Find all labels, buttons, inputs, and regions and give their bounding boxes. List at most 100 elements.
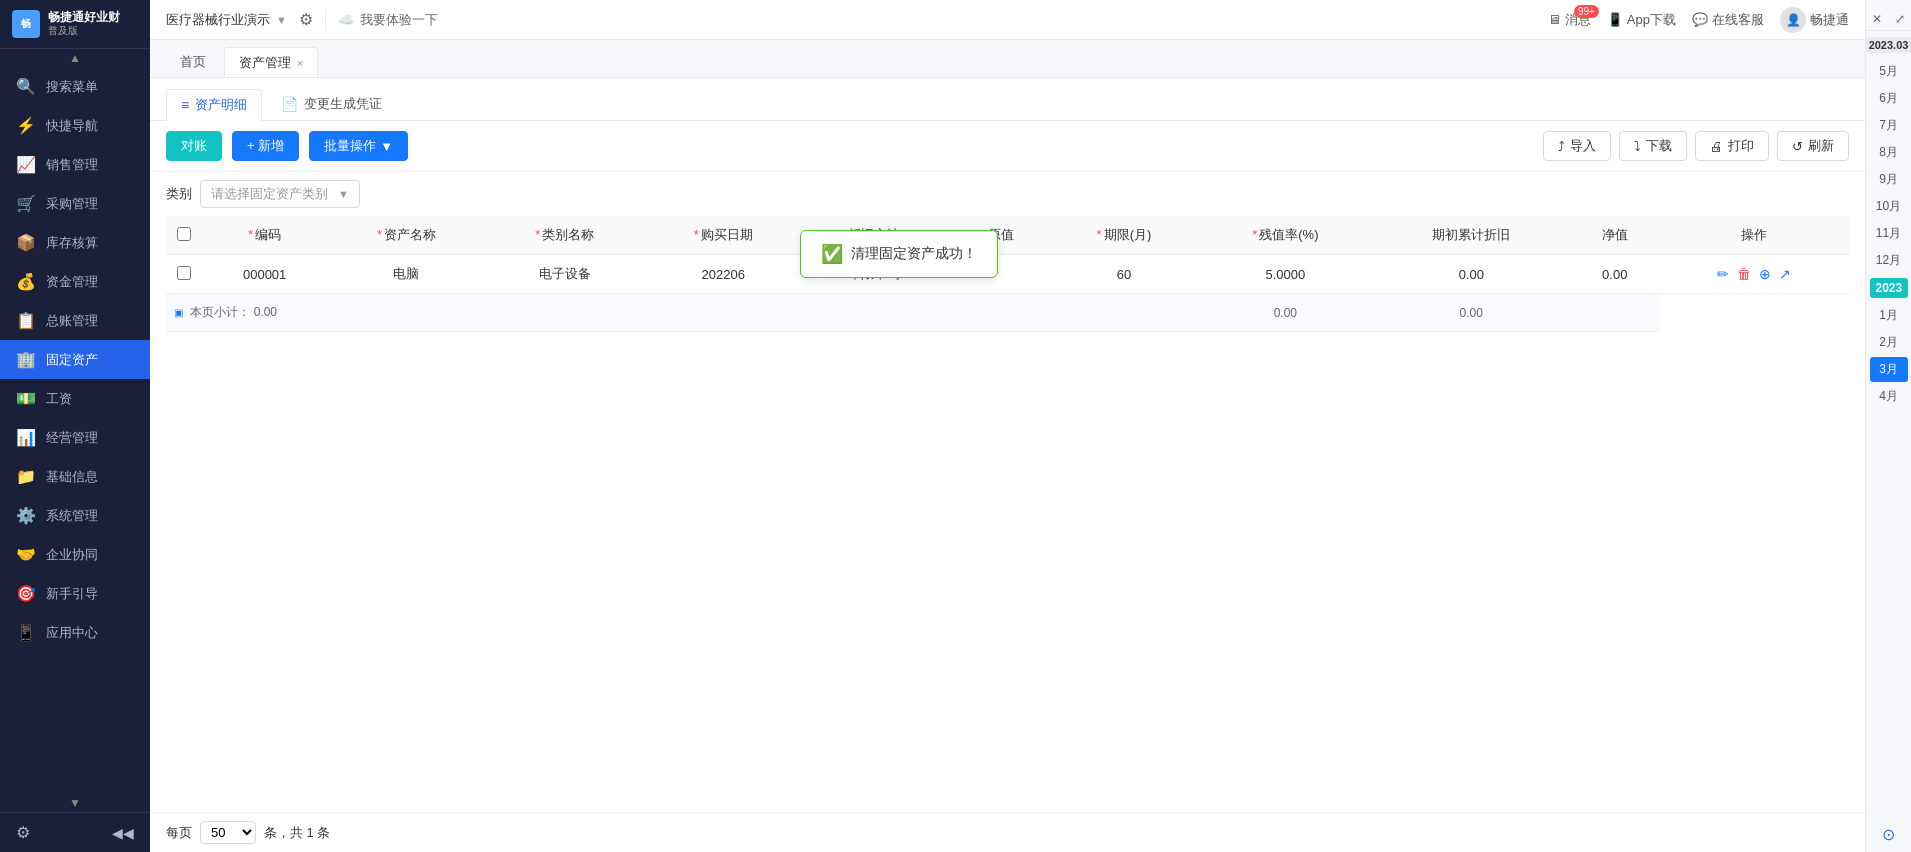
row-actions: ✏ 🗑 ⊕ ↗ — [1667, 266, 1841, 282]
message-btn[interactable]: 🖥 消息 99+ — [1548, 11, 1591, 29]
subtotal-icon: ▣ — [174, 307, 183, 318]
per-page-select[interactable]: 50 100 200 — [200, 821, 256, 844]
sidebar-item-operations[interactable]: 📊 经营管理 — [0, 418, 150, 457]
sub-tabs: ≡ 资产明细 📄 变更生成凭证 — [150, 78, 1865, 121]
header-net-value: 净值 — [1570, 216, 1659, 255]
print-button[interactable]: 🖨 打印 — [1695, 131, 1769, 161]
right-panel-expand-button[interactable]: ⤢ — [1895, 12, 1905, 26]
logo-sub: 普及版 — [48, 24, 120, 38]
right-panel-header: ✕ ⤢ — [1866, 8, 1911, 31]
sidebar-item-inventory[interactable]: 📦 库存核算 — [0, 223, 150, 262]
company-selector[interactable]: 医疗器械行业演示 ▼ — [166, 11, 287, 29]
more-icon[interactable]: ↗ — [1779, 266, 1791, 282]
handshake-icon: 🤝 — [16, 545, 36, 564]
month-10[interactable]: 10月 — [1870, 194, 1908, 219]
tab-close-icon[interactable]: × — [297, 57, 303, 69]
new-button[interactable]: + 新增 — [232, 131, 299, 161]
header-cumulative-depreciation: 期初累计折旧 — [1372, 216, 1570, 255]
month-5[interactable]: 5月 — [1870, 59, 1908, 84]
apps-icon: 📱 — [16, 623, 36, 642]
sidebar-item-ledger[interactable]: 📋 总账管理 — [0, 301, 150, 340]
toast-message: 清理固定资产成功！ — [851, 245, 977, 263]
experience-btn[interactable]: ☁️ 我要体验一下 — [338, 11, 438, 29]
sidebar-scroll-down[interactable]: ▼ — [0, 794, 150, 812]
row-checkbox[interactable] — [177, 266, 191, 280]
refresh-button[interactable]: ↺ 刷新 — [1777, 131, 1849, 161]
month-4[interactable]: 4月 — [1870, 384, 1908, 409]
building-icon: 🏢 — [16, 350, 36, 369]
reconcile-button[interactable]: 对账 — [166, 131, 222, 161]
month-2[interactable]: 2月 — [1870, 330, 1908, 355]
header-residual-rate: *残值率(%) — [1199, 216, 1373, 255]
cloud-icon: ☁️ — [338, 12, 354, 27]
sidebar-item-apps[interactable]: 📱 应用中心 — [0, 613, 150, 652]
logo-icon: 畅 — [12, 10, 40, 38]
month-7[interactable]: 7月 — [1870, 113, 1908, 138]
header-period: *期限(月) — [1049, 216, 1198, 255]
sidebar-item-basic-info[interactable]: 📁 基础信息 — [0, 457, 150, 496]
refresh-icon: ↺ — [1792, 139, 1803, 154]
row-period: 60 — [1049, 255, 1198, 294]
right-panel-close-button[interactable]: ✕ — [1872, 12, 1882, 26]
avatar-icon: 👤 — [1786, 13, 1801, 27]
row-asset-name: 电脑 — [327, 255, 485, 294]
row-checkbox-cell[interactable] — [166, 255, 202, 294]
per-page-label: 每页 — [166, 824, 192, 842]
batch-arrow-icon: ▼ — [380, 139, 393, 154]
batch-ops-button[interactable]: 批量操作 ▼ — [309, 131, 408, 161]
mobile-icon: 📱 — [1607, 12, 1623, 27]
sidebar-item-finance[interactable]: 💰 资金管理 — [0, 262, 150, 301]
sidebar-item-quick-nav[interactable]: ⚡ 快捷导航 — [0, 106, 150, 145]
tab-home[interactable]: 首页 — [166, 47, 220, 77]
month-8[interactable]: 8月 — [1870, 140, 1908, 165]
month-11[interactable]: 11月 — [1870, 221, 1908, 246]
sidebar-collapse-button[interactable]: ◀◀ — [112, 825, 134, 841]
delete-icon[interactable]: 🗑 — [1737, 266, 1751, 282]
month-6[interactable]: 6月 — [1870, 86, 1908, 111]
main-area: 医疗器械行业演示 ▼ ⚙ ☁️ 我要体验一下 🖥 消息 99+ 📱 App下载 … — [150, 0, 1865, 852]
row-purchase-date: 202206 — [644, 255, 802, 294]
month-3-current[interactable]: 3月 — [1870, 357, 1908, 382]
tab-asset-manage[interactable]: 资产管理 × — [224, 47, 318, 77]
row-residual-rate: 5.0000 — [1199, 255, 1373, 294]
month-1[interactable]: 1月 — [1870, 303, 1908, 328]
subtotal-cumulative: 0.00 — [1199, 294, 1373, 332]
row-code: 000001 — [202, 255, 327, 294]
subtotal-row: ▣ 本页小计： 0.00 0.00 0.00 — [166, 294, 1849, 332]
online-service-btn[interactable]: 💬 在线客服 — [1692, 11, 1764, 29]
select-all-checkbox[interactable] — [177, 227, 191, 241]
operations-icon: 📊 — [16, 428, 36, 447]
export-button[interactable]: ⤴ 导入 — [1543, 131, 1611, 161]
category-filter-select[interactable]: 请选择固定资产类别 ▼ — [200, 180, 360, 208]
pagination: 每页 50 100 200 条，共 1 条 — [150, 812, 1865, 852]
settings-icon[interactable]: ⚙ — [16, 823, 30, 842]
header-purchase-date: *购买日期 — [644, 216, 802, 255]
header-operations: 操作 — [1659, 216, 1849, 255]
edit-icon[interactable]: ✏ — [1717, 266, 1729, 282]
sidebar-item-system[interactable]: ⚙️ 系统管理 — [0, 496, 150, 535]
sidebar-item-purchase[interactable]: 🛒 采购管理 — [0, 184, 150, 223]
sub-tab-voucher[interactable]: 📄 变更生成凭证 — [266, 88, 397, 120]
sidebar-item-fixed-assets[interactable]: 🏢 固定资产 — [0, 340, 150, 379]
sidebar-scroll-up[interactable]: ▲ — [0, 49, 150, 67]
sidebar-item-payroll[interactable]: 💵 工资 — [0, 379, 150, 418]
sidebar-item-enterprise[interactable]: 🤝 企业协同 — [0, 535, 150, 574]
topbar-settings-icon[interactable]: ⚙ — [299, 10, 313, 29]
filter-category-label: 类别 — [166, 185, 192, 203]
user-menu[interactable]: 👤 畅捷通 — [1780, 7, 1849, 33]
copy-icon[interactable]: ⊕ — [1759, 266, 1771, 282]
export-icon: ⤴ — [1558, 139, 1565, 154]
month-12[interactable]: 12月 — [1870, 248, 1908, 273]
sidebar-item-guide[interactable]: 🎯 新手引导 — [0, 574, 150, 613]
app-download-btn[interactable]: 📱 App下载 — [1607, 11, 1676, 29]
sub-tab-asset-detail[interactable]: ≡ 资产明细 — [166, 89, 262, 121]
sidebar-item-sales[interactable]: 📈 销售管理 — [0, 145, 150, 184]
gear-icon: ⚙️ — [16, 506, 36, 525]
right-panel-scroll-down[interactable]: ⊙ — [1882, 825, 1895, 852]
month-9[interactable]: 9月 — [1870, 167, 1908, 192]
message-icon: 🖥 — [1548, 12, 1561, 27]
header-checkbox[interactable] — [166, 216, 202, 255]
sidebar-item-search[interactable]: 🔍 搜索菜单 — [0, 67, 150, 106]
download-button[interactable]: ⤵ 下载 — [1619, 131, 1687, 161]
company-name: 医疗器械行业演示 — [166, 11, 270, 29]
